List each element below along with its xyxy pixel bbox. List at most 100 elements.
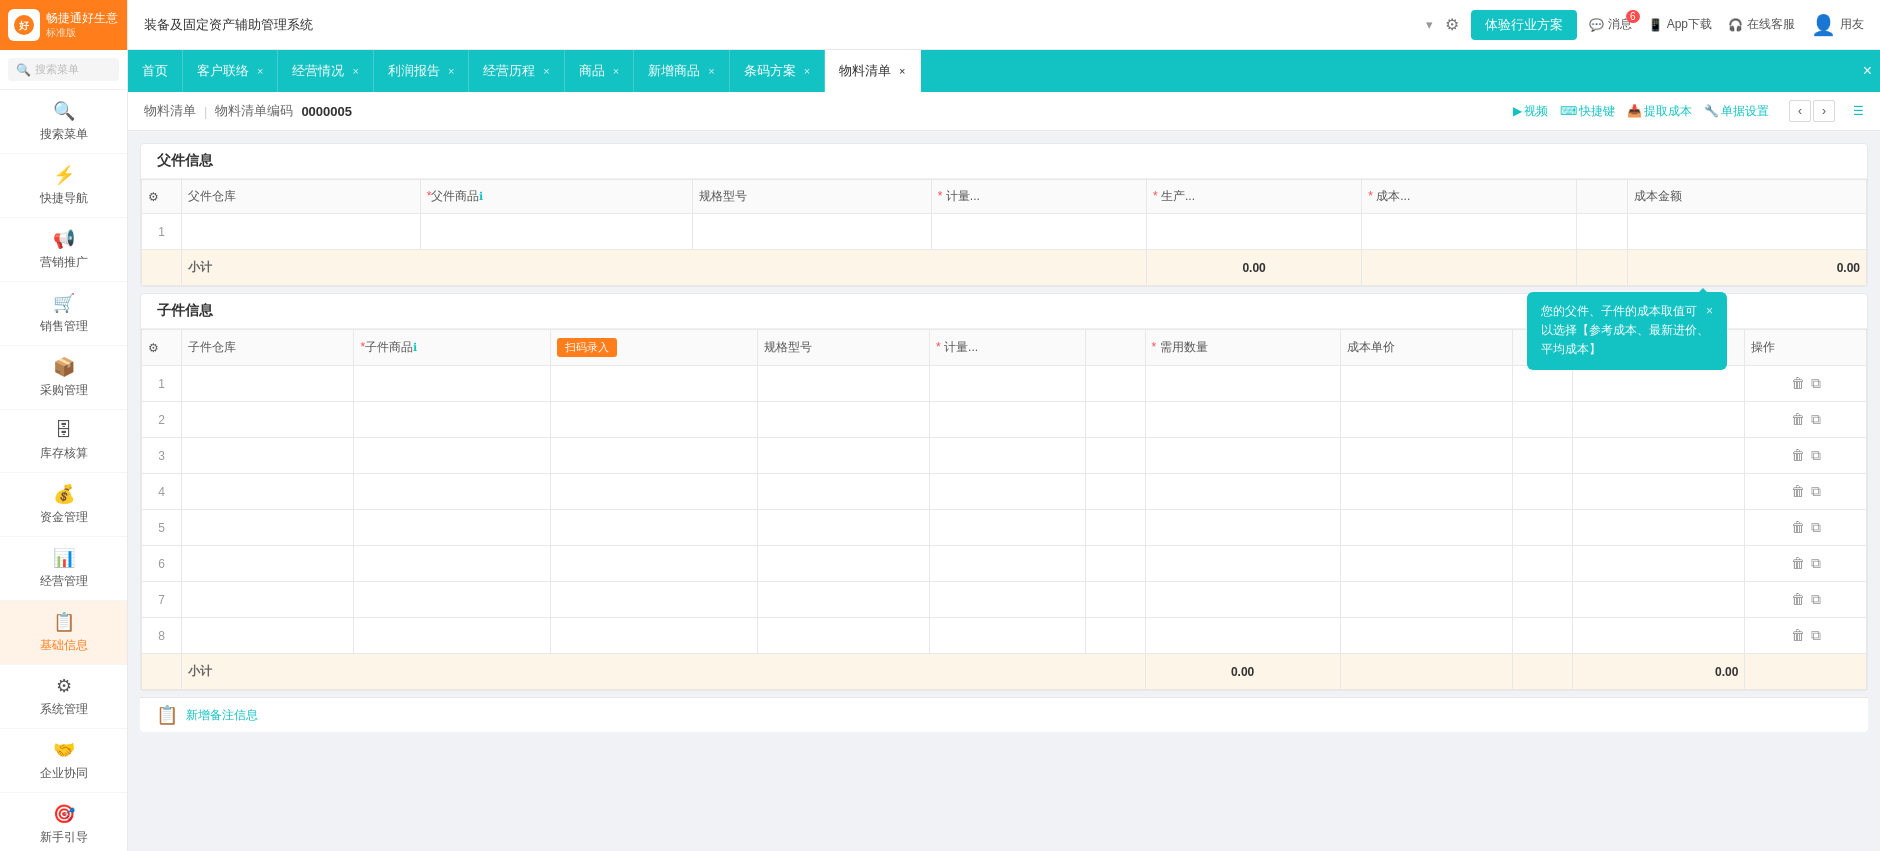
nav-tab-close-6[interactable]: × bbox=[708, 65, 714, 77]
child-row-8-unit[interactable] bbox=[930, 618, 1085, 654]
message-icon-item[interactable]: 💬 消息 6 bbox=[1589, 16, 1632, 33]
child-row-1-warehouse[interactable] bbox=[182, 366, 354, 402]
sidebar-item-9[interactable]: ⚙系统管理 bbox=[0, 665, 127, 729]
child-row-2-quantity[interactable] bbox=[1145, 402, 1340, 438]
parent-row-1-production[interactable] bbox=[1147, 214, 1362, 250]
child-row-7-unit[interactable] bbox=[930, 582, 1085, 618]
nav-tab-close-1[interactable]: × bbox=[257, 65, 263, 77]
child-row-5-spec[interactable] bbox=[757, 510, 929, 546]
child-row-8-delete-icon[interactable]: 🗑 bbox=[1791, 627, 1805, 644]
child-row-6-delete-icon[interactable]: 🗑 bbox=[1791, 555, 1805, 572]
child-row-1-delete-icon[interactable]: 🗑 bbox=[1791, 375, 1805, 392]
child-row-4-unit-price[interactable] bbox=[1340, 474, 1512, 510]
nav-tab-close-7[interactable]: × bbox=[804, 65, 810, 77]
view-toggle-icon[interactable]: ☰ bbox=[1853, 104, 1864, 118]
child-row-4-unit[interactable] bbox=[930, 474, 1085, 510]
child-row-4-copy-icon[interactable]: ⧉ bbox=[1811, 483, 1821, 500]
topbar-dropdown-arrow[interactable]: ▾ bbox=[1426, 17, 1433, 32]
child-row-8-quantity[interactable] bbox=[1145, 618, 1340, 654]
add-note-label[interactable]: 新增备注信息 bbox=[186, 707, 258, 724]
child-row-4-spec[interactable] bbox=[757, 474, 929, 510]
nav-tab-7[interactable]: 条码方案× bbox=[730, 50, 825, 92]
child-row-7-copy-icon[interactable]: ⧉ bbox=[1811, 591, 1821, 608]
child-row-7-delete-icon[interactable]: 🗑 bbox=[1791, 591, 1805, 608]
sidebar-item-0[interactable]: 🔍搜索菜单 bbox=[0, 90, 127, 154]
child-row-8-unit-price[interactable] bbox=[1340, 618, 1512, 654]
child-row-8-copy-icon[interactable]: ⧉ bbox=[1811, 627, 1821, 644]
sidebar-item-11[interactable]: 🎯新手引导 bbox=[0, 793, 127, 851]
parent-row-1-spec[interactable] bbox=[693, 214, 932, 250]
child-row-3-delete-icon[interactable]: 🗑 bbox=[1791, 447, 1805, 464]
child-row-7-spec[interactable] bbox=[757, 582, 929, 618]
child-row-8-product[interactable] bbox=[354, 618, 551, 654]
nav-tab-4[interactable]: 经营历程× bbox=[469, 50, 564, 92]
close-window-icon[interactable]: × bbox=[1863, 62, 1872, 80]
nav-tab-close-4[interactable]: × bbox=[543, 65, 549, 77]
sidebar-item-10[interactable]: 🤝企业协同 bbox=[0, 729, 127, 793]
child-row-3-spec[interactable] bbox=[757, 438, 929, 474]
child-row-2-product[interactable] bbox=[354, 402, 551, 438]
child-row-3-unit[interactable] bbox=[930, 438, 1085, 474]
child-row-1-quantity[interactable] bbox=[1145, 366, 1340, 402]
child-row-2-warehouse[interactable] bbox=[182, 402, 354, 438]
user-item[interactable]: 👤 用友 bbox=[1811, 13, 1864, 37]
sidebar-item-7[interactable]: 📊经营管理 bbox=[0, 537, 127, 601]
child-row-1-copy-icon[interactable]: ⧉ bbox=[1811, 375, 1821, 392]
search-area[interactable]: 🔍 搜索菜单 bbox=[0, 50, 127, 90]
child-row-4-delete-icon[interactable]: 🗑 bbox=[1791, 483, 1805, 500]
trial-button[interactable]: 体验行业方案 bbox=[1471, 10, 1577, 40]
nav-tab-8[interactable]: 物料清单× bbox=[825, 50, 920, 92]
child-row-1-spec[interactable] bbox=[757, 366, 929, 402]
child-row-2-delete-icon[interactable]: 🗑 bbox=[1791, 411, 1805, 428]
tooltip-close-btn[interactable]: × bbox=[1706, 302, 1713, 321]
parent-row-1-unit[interactable] bbox=[931, 214, 1146, 250]
child-row-5-unit-price[interactable] bbox=[1340, 510, 1512, 546]
sidebar-item-6[interactable]: 💰资金管理 bbox=[0, 473, 127, 537]
sidebar-item-1[interactable]: ⚡快捷导航 bbox=[0, 154, 127, 218]
child-row-5-unit[interactable] bbox=[930, 510, 1085, 546]
sidebar-item-8[interactable]: 📋基础信息 bbox=[0, 601, 127, 665]
nav-tab-close-3[interactable]: × bbox=[448, 65, 454, 77]
child-row-1-product[interactable] bbox=[354, 366, 551, 402]
child-row-6-copy-icon[interactable]: ⧉ bbox=[1811, 555, 1821, 572]
app-download-item[interactable]: 📱 App下载 bbox=[1648, 16, 1712, 33]
child-row-7-warehouse[interactable] bbox=[182, 582, 354, 618]
child-row-2-copy-icon[interactable]: ⧉ bbox=[1811, 411, 1821, 428]
child-row-7-quantity[interactable] bbox=[1145, 582, 1340, 618]
nav-tab-close-2[interactable]: × bbox=[352, 65, 358, 77]
child-row-4-quantity[interactable] bbox=[1145, 474, 1340, 510]
child-row-2-unit[interactable] bbox=[930, 402, 1085, 438]
sidebar-item-5[interactable]: 🗄库存核算 bbox=[0, 410, 127, 473]
child-row-8-spec[interactable] bbox=[757, 618, 929, 654]
child-row-1-unit[interactable] bbox=[930, 366, 1085, 402]
parent-row-1-warehouse[interactable] bbox=[182, 214, 421, 250]
child-row-6-unit[interactable] bbox=[930, 546, 1085, 582]
child-row-3-quantity[interactable] bbox=[1145, 438, 1340, 474]
child-row-5-delete-icon[interactable]: 🗑 bbox=[1791, 519, 1805, 536]
nav-close-btn[interactable]: × bbox=[1863, 62, 1880, 80]
child-row-3-product[interactable] bbox=[354, 438, 551, 474]
child-row-6-spec[interactable] bbox=[757, 546, 929, 582]
nav-tab-2[interactable]: 经营情况× bbox=[278, 50, 373, 92]
online-service-item[interactable]: 🎧 在线客服 bbox=[1728, 16, 1795, 33]
nav-tab-5[interactable]: 商品× bbox=[565, 50, 634, 92]
extract-cost-action[interactable]: 📥 提取成本 bbox=[1627, 103, 1692, 120]
nav-tab-1[interactable]: 客户联络× bbox=[183, 50, 278, 92]
child-row-6-quantity[interactable] bbox=[1145, 546, 1340, 582]
child-row-3-copy-icon[interactable]: ⧉ bbox=[1811, 447, 1821, 464]
nav-tab-3[interactable]: 利润报告× bbox=[374, 50, 469, 92]
search-input-wrapper[interactable]: 🔍 搜索菜单 bbox=[8, 58, 119, 81]
child-row-4-product[interactable] bbox=[354, 474, 551, 510]
child-row-1-unit-price[interactable] bbox=[1340, 366, 1512, 402]
child-row-6-warehouse[interactable] bbox=[182, 546, 354, 582]
child-row-2-unit-price[interactable] bbox=[1340, 402, 1512, 438]
child-row-6-unit-price[interactable] bbox=[1340, 546, 1512, 582]
nav-tab-close-8[interactable]: × bbox=[899, 65, 905, 77]
shortcut-action[interactable]: ⌨ 快捷键 bbox=[1560, 103, 1615, 120]
child-row-5-copy-icon[interactable]: ⧉ bbox=[1811, 519, 1821, 536]
child-row-5-quantity[interactable] bbox=[1145, 510, 1340, 546]
child-row-7-unit-price[interactable] bbox=[1340, 582, 1512, 618]
child-row-7-product[interactable] bbox=[354, 582, 551, 618]
child-col-scan[interactable]: 扫码录入 bbox=[551, 330, 757, 366]
sidebar-item-4[interactable]: 📦采购管理 bbox=[0, 346, 127, 410]
